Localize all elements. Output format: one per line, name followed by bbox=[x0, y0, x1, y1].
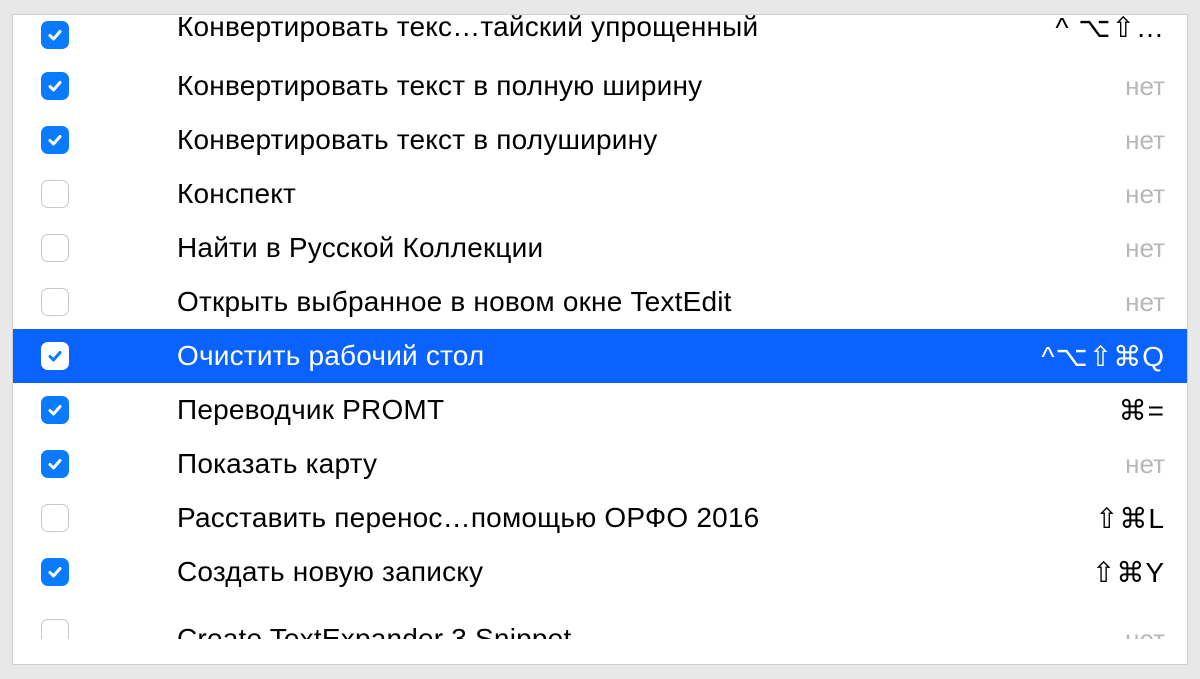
item-label: Открыть выбранное в новом окне TextEdit bbox=[177, 286, 1111, 318]
check-icon bbox=[47, 132, 63, 148]
checkbox[interactable] bbox=[41, 558, 69, 586]
list-item[interactable]: Конспект нет bbox=[13, 167, 1187, 221]
item-label: Конспект bbox=[177, 178, 1111, 210]
checkbox[interactable] bbox=[41, 450, 69, 478]
item-shortcut[interactable]: ⌘= bbox=[1119, 394, 1165, 427]
list-item[interactable]: Открыть выбранное в новом окне TextEdit н… bbox=[13, 275, 1187, 329]
checkbox[interactable] bbox=[41, 288, 69, 316]
item-shortcut[interactable]: ^⌥⇧⌘Q bbox=[1041, 340, 1165, 373]
item-label: Очистить рабочий стол bbox=[177, 340, 1027, 372]
list-item[interactable]: Создать новую записку ⇧⌘Y bbox=[13, 545, 1187, 599]
item-label: Конвертировать текс…тайский упрощенный bbox=[177, 14, 1041, 43]
checkbox[interactable] bbox=[41, 180, 69, 208]
list-item[interactable]: Расставить перенос…помощью ОРФО 2016 ⇧⌘L bbox=[13, 491, 1187, 545]
list-item[interactable]: Найти в Русской Коллекции нет bbox=[13, 221, 1187, 275]
list-item[interactable]: Конвертировать текст в полуширину нет bbox=[13, 113, 1187, 167]
item-shortcut[interactable]: нет bbox=[1125, 624, 1165, 639]
item-label: Показать карту bbox=[177, 448, 1111, 480]
item-shortcut[interactable]: нет bbox=[1125, 449, 1165, 480]
item-shortcut[interactable]: нет bbox=[1125, 71, 1165, 102]
item-shortcut[interactable]: ⇧⌘Y bbox=[1092, 556, 1165, 589]
checkbox[interactable] bbox=[41, 21, 69, 49]
item-label: Конвертировать текст в полную ширину bbox=[177, 70, 1111, 102]
item-shortcut[interactable]: нет bbox=[1125, 125, 1165, 156]
list-item[interactable]: Очистить рабочий стол ^⌥⇧⌘Q bbox=[13, 329, 1187, 383]
item-label: Создать новую записку bbox=[177, 556, 1078, 588]
list-item[interactable]: Переводчик PROMT ⌘= bbox=[13, 383, 1187, 437]
item-shortcut[interactable]: ^ ⌥⇧… bbox=[1055, 14, 1165, 44]
list-item[interactable]: Конвертировать текст в полную ширину нет bbox=[13, 59, 1187, 113]
item-label: Расставить перенос…помощью ОРФО 2016 bbox=[177, 502, 1081, 534]
check-icon bbox=[47, 27, 63, 43]
item-label: Create TextExpander 3 Snippet bbox=[177, 623, 1111, 639]
list-item[interactable]: Create TextExpander 3 Snippet нет bbox=[13, 599, 1187, 639]
check-icon bbox=[47, 348, 63, 364]
check-icon bbox=[47, 456, 63, 472]
checkbox[interactable] bbox=[41, 234, 69, 262]
item-shortcut[interactable]: ⇧⌘L bbox=[1095, 502, 1165, 535]
item-label: Переводчик PROMT bbox=[177, 394, 1105, 426]
list-item[interactable]: Конвертировать текс…тайский упрощенный ^ … bbox=[13, 15, 1187, 59]
check-icon bbox=[47, 402, 63, 418]
check-icon bbox=[47, 564, 63, 580]
list-item[interactable]: Показать карту нет bbox=[13, 437, 1187, 491]
item-shortcut[interactable]: нет bbox=[1125, 287, 1165, 318]
item-shortcut[interactable]: нет bbox=[1125, 179, 1165, 210]
checkbox[interactable] bbox=[41, 504, 69, 532]
checkbox[interactable] bbox=[41, 396, 69, 424]
checkbox[interactable] bbox=[41, 619, 69, 639]
item-shortcut[interactable]: нет bbox=[1125, 233, 1165, 264]
services-list: Конвертировать текс…тайский упрощенный ^ … bbox=[13, 15, 1187, 639]
item-label: Конвертировать текст в полуширину bbox=[177, 124, 1111, 156]
checkbox[interactable] bbox=[41, 126, 69, 154]
check-icon bbox=[47, 78, 63, 94]
checkbox[interactable] bbox=[41, 342, 69, 370]
item-label: Найти в Русской Коллекции bbox=[177, 232, 1111, 264]
checkbox[interactable] bbox=[41, 72, 69, 100]
services-list-panel: Конвертировать текс…тайский упрощенный ^ … bbox=[12, 14, 1188, 665]
